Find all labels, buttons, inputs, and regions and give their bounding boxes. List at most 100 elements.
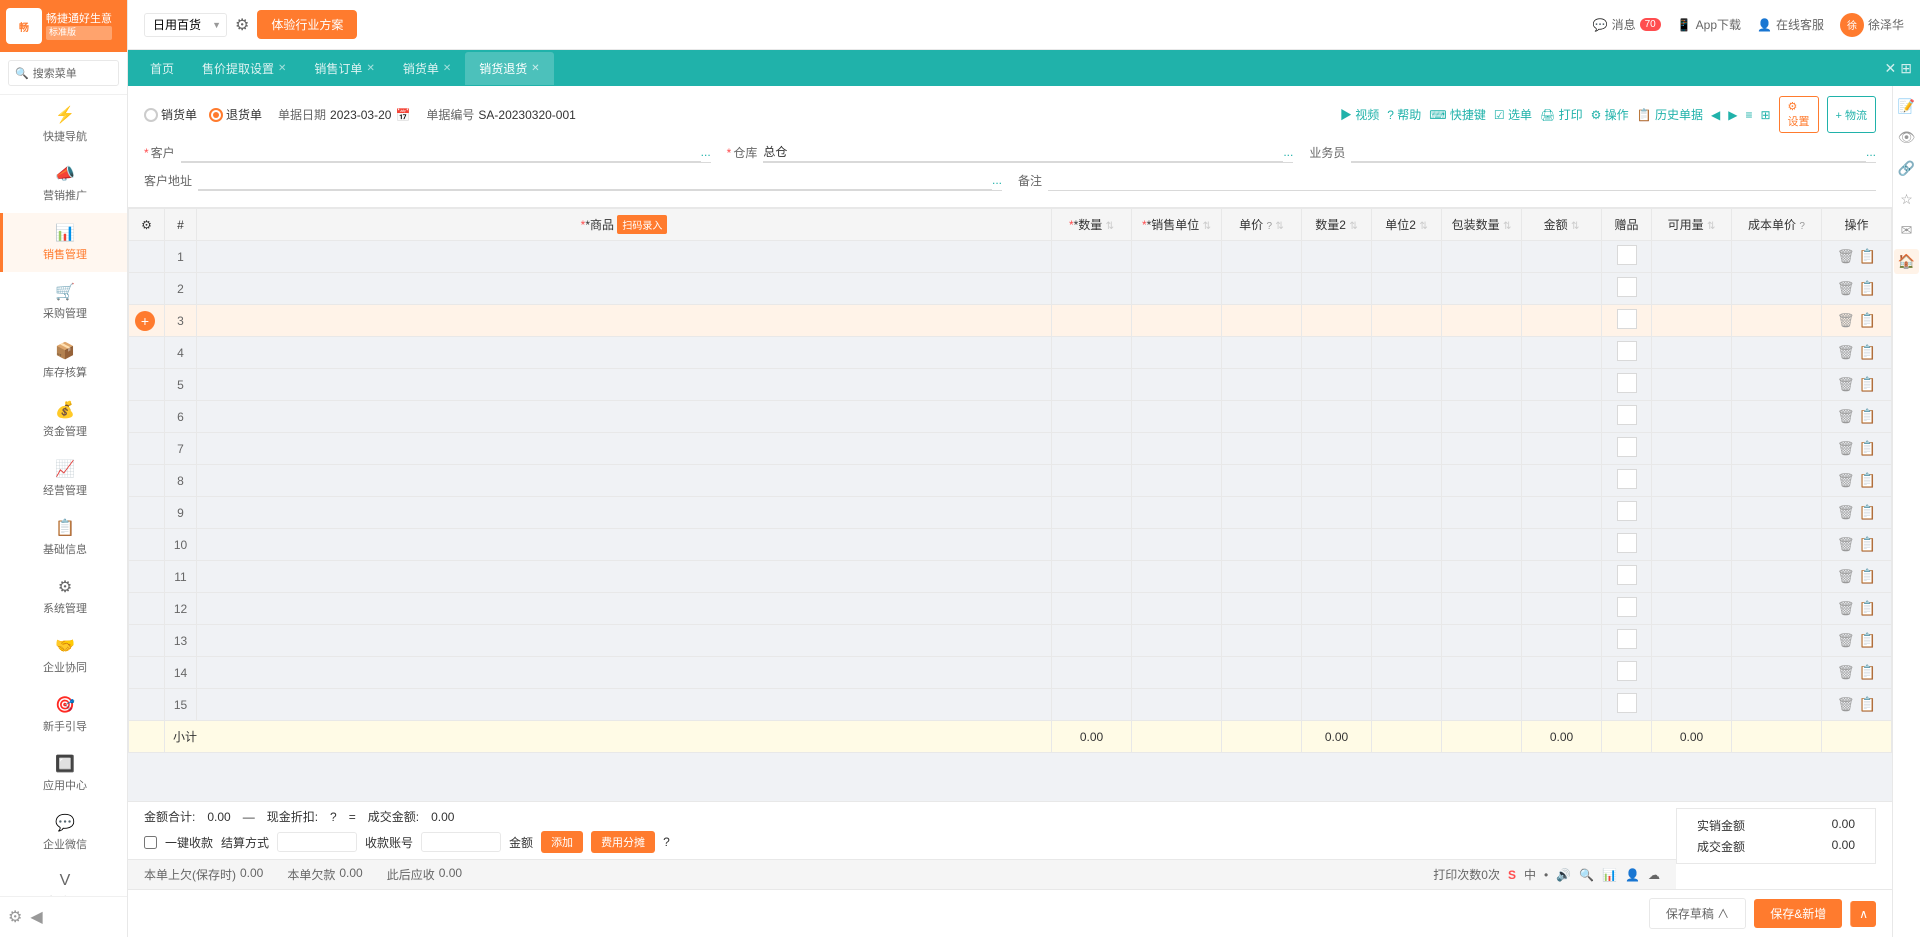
cell-unit2-5[interactable] — [1372, 369, 1442, 401]
cell-price-14[interactable] — [1222, 657, 1302, 689]
list-view-icon[interactable]: ≡ — [1745, 108, 1752, 122]
cell-price-8[interactable] — [1222, 465, 1302, 497]
cell-price-7[interactable] — [1222, 433, 1302, 465]
cell-cost-4[interactable] — [1732, 337, 1822, 369]
delete-row-icon-1[interactable]: 🗑 — [1837, 248, 1855, 265]
cell-unit2-10[interactable] — [1372, 529, 1442, 561]
expense-question-icon[interactable]: ? — [663, 835, 670, 849]
delete-row-icon-8[interactable]: 🗑 — [1837, 472, 1855, 489]
cell-pkg-14[interactable] — [1442, 657, 1522, 689]
copy-row-icon-6[interactable]: 📋 — [1859, 408, 1876, 425]
cell-qty2-13[interactable] — [1302, 625, 1372, 657]
cell-gift-9[interactable] — [1602, 497, 1652, 529]
customer-input[interactable] — [181, 141, 701, 162]
cell-cost-13[interactable] — [1732, 625, 1822, 657]
cell-unit2-1[interactable] — [1372, 241, 1442, 273]
cell-unit-13[interactable] — [1132, 625, 1222, 657]
expense-button[interactable]: 费用分摊 — [591, 831, 655, 853]
settle-input[interactable] — [277, 832, 357, 852]
radio-sales[interactable]: 销货单 — [144, 106, 197, 123]
cell-goods-9[interactable] — [197, 497, 1052, 529]
print-action[interactable]: 🖨 打印 — [1540, 106, 1583, 123]
toolbar-icon-1[interactable]: 中 — [1524, 866, 1536, 883]
cell-qty2-9[interactable] — [1302, 497, 1372, 529]
cell-goods-6[interactable] — [197, 401, 1052, 433]
cell-qty-5[interactable] — [1052, 369, 1132, 401]
cell-qty-4[interactable] — [1052, 337, 1132, 369]
cell-gift-8[interactable] — [1602, 465, 1652, 497]
logistics-button[interactable]: + 物流 — [1827, 96, 1876, 133]
copy-row-icon-5[interactable]: 📋 — [1859, 376, 1876, 393]
cell-pkg-5[interactable] — [1442, 369, 1522, 401]
cell-amount-15[interactable] — [1522, 689, 1602, 721]
sidebar-item-apps[interactable]: 🔲 应用中心 — [0, 744, 127, 803]
warehouse-ellipsis[interactable]: ... — [1283, 145, 1293, 159]
cell-qty2-10[interactable] — [1302, 529, 1372, 561]
cell-qty2-15[interactable] — [1302, 689, 1372, 721]
right-panel-star-icon[interactable]: ☆ — [1896, 187, 1917, 212]
toolbar-icon-6[interactable]: 👤 — [1625, 868, 1640, 882]
account-input[interactable] — [421, 832, 501, 852]
delete-row-icon-14[interactable]: 🗑 — [1837, 664, 1855, 681]
cell-unit-10[interactable] — [1132, 529, 1222, 561]
cell-pkg-6[interactable] — [1442, 401, 1522, 433]
cell-qty-2[interactable] — [1052, 273, 1132, 305]
unit-sort-icon[interactable]: ⇅ — [1203, 221, 1211, 232]
cell-unit-2[interactable] — [1132, 273, 1222, 305]
cell-unit-4[interactable] — [1132, 337, 1222, 369]
cell-cost-8[interactable] — [1732, 465, 1822, 497]
right-panel-link-icon[interactable]: 🔗 — [1894, 156, 1919, 181]
cell-avail-12[interactable] — [1652, 593, 1732, 625]
cell-gift-14[interactable] — [1602, 657, 1652, 689]
pkg-sort-icon[interactable]: ⇅ — [1503, 221, 1511, 232]
cell-cost-10[interactable] — [1732, 529, 1822, 561]
remarks-input[interactable] — [1048, 170, 1876, 191]
tab-sales-order[interactable]: 销售订单 ✕ — [300, 52, 388, 85]
delete-row-icon-11[interactable]: 🗑 — [1837, 568, 1855, 585]
cell-avail-15[interactable] — [1652, 689, 1732, 721]
cell-amount-8[interactable] — [1522, 465, 1602, 497]
cell-pkg-8[interactable] — [1442, 465, 1522, 497]
tab-sales-order-close-icon[interactable]: ✕ — [366, 63, 374, 74]
cell-price-13[interactable] — [1222, 625, 1302, 657]
cell-avail-5[interactable] — [1652, 369, 1732, 401]
cell-cost-5[interactable] — [1732, 369, 1822, 401]
copy-row-icon-9[interactable]: 📋 — [1859, 504, 1876, 521]
cell-cost-9[interactable] — [1732, 497, 1822, 529]
cell-goods-2[interactable] — [197, 273, 1052, 305]
message-item[interactable]: 💬 消息 70 — [1593, 16, 1661, 33]
cell-cost-7[interactable] — [1732, 433, 1822, 465]
cell-cost-2[interactable] — [1732, 273, 1822, 305]
cell-qty2-1[interactable] — [1302, 241, 1372, 273]
cell-gift-7[interactable] — [1602, 433, 1652, 465]
cell-unit-15[interactable] — [1132, 689, 1222, 721]
cell-pkg-10[interactable] — [1442, 529, 1522, 561]
cell-goods-8[interactable] — [197, 465, 1052, 497]
sidebar-item-basic[interactable]: 📋 基础信息 — [0, 508, 127, 567]
copy-row-icon-10[interactable]: 📋 — [1859, 536, 1876, 553]
right-panel-mail-icon[interactable]: ✉ — [1897, 218, 1917, 243]
price-info-icon[interactable]: ? — [1267, 221, 1273, 232]
cell-pkg-1[interactable] — [1442, 241, 1522, 273]
cell-qty2-12[interactable] — [1302, 593, 1372, 625]
cell-cost-6[interactable] — [1732, 401, 1822, 433]
history-action[interactable]: 📋 历史单据 — [1637, 106, 1703, 123]
save-new-button[interactable]: 保存&新增 — [1754, 899, 1842, 928]
toolbar-icon-3[interactable]: 🔊 — [1556, 868, 1571, 882]
delete-row-icon-10[interactable]: 🗑 — [1837, 536, 1855, 553]
cell-goods-15[interactable] — [197, 689, 1052, 721]
cell-amount-6[interactable] — [1522, 401, 1602, 433]
cell-amount-10[interactable] — [1522, 529, 1602, 561]
cell-amount-2[interactable] — [1522, 273, 1602, 305]
select-action[interactable]: ☑ 选单 — [1494, 106, 1532, 123]
delete-row-icon-4[interactable]: 🗑 — [1837, 344, 1855, 361]
cell-qty2-14[interactable] — [1302, 657, 1372, 689]
delete-row-icon-13[interactable]: 🗑 — [1837, 632, 1855, 649]
cell-avail-2[interactable] — [1652, 273, 1732, 305]
cell-amount-3[interactable] — [1522, 305, 1602, 337]
cell-amount-11[interactable] — [1522, 561, 1602, 593]
cell-unit2-15[interactable] — [1372, 689, 1442, 721]
customer-ellipsis[interactable]: ... — [701, 145, 711, 159]
gift-checkbox-14[interactable] — [1617, 661, 1637, 681]
tab-price-setting[interactable]: 售价提取设置 ✕ — [188, 52, 300, 85]
